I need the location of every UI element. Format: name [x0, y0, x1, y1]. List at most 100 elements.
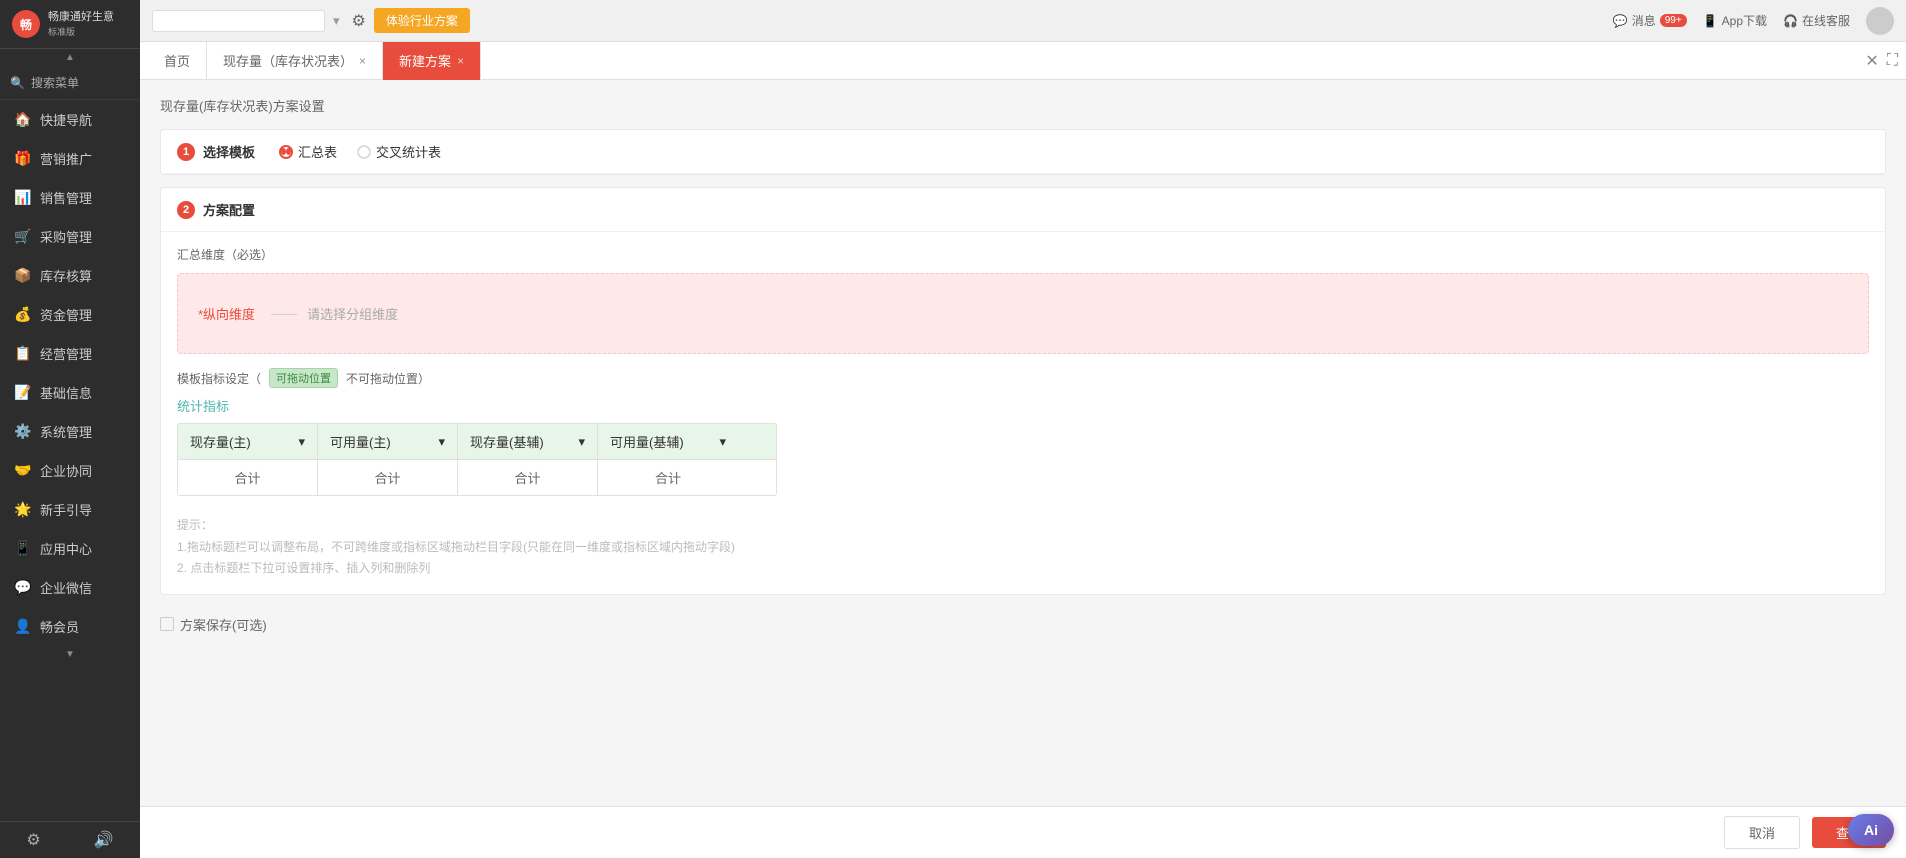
customer-service-item[interactable]: 🎧 在线客服: [1783, 12, 1850, 29]
phone-icon: 📱: [14, 540, 32, 558]
stats-col-2[interactable]: 可用量(主) ▾: [318, 424, 458, 459]
sidebar-item-cooperation[interactable]: 🤝 企业协同: [0, 451, 140, 490]
settings-bottom-icon[interactable]: ⚙: [26, 830, 40, 850]
dimension-placeholder: 请选择分组维度: [307, 304, 398, 323]
home-icon: 🏠: [14, 111, 32, 129]
topbar: ▾ ⚙ 体验行业方案 💬 消息 99+ 📱 App下载 🎧 在线客服: [140, 0, 1906, 42]
sidebar: 畅 畅康通好生意 标准版 ▲ 🔍 搜索菜单 🏠 快捷导航 🎁 营销推广 📊 销售…: [0, 0, 140, 858]
tabbar: 首页 现存量（库存状况表） × 新建方案 × ✕ ⛶: [140, 42, 1906, 80]
stats-col-2-label: 可用量(主): [330, 432, 391, 451]
wechat-icon: 💬: [14, 579, 32, 597]
tip-1: 1.拖动标题栏可以调整布局，不可跨维度或指标区域拖动栏目字段(只能在同一维度或指…: [177, 537, 1869, 559]
sidebar-item-member[interactable]: 👤 畅会员: [0, 607, 140, 646]
tab-home-label: 首页: [164, 51, 190, 70]
customer-service-label: 在线客服: [1802, 12, 1850, 29]
stats-table: 现存量(主) ▾ 可用量(主) ▾ 现存量(基辅) ▾ 可用量(基辅): [177, 423, 777, 496]
app-download-item[interactable]: 📱 App下载: [1703, 12, 1767, 29]
gift-icon: 🎁: [14, 150, 32, 168]
radio-cross[interactable]: 交叉统计表: [357, 142, 441, 161]
stats-cell-1-2: 合计: [318, 460, 458, 495]
sidebar-item-label: 新手引导: [40, 500, 92, 519]
message-icon: 💬: [1613, 14, 1628, 28]
radio-summary-label: 汇总表: [298, 142, 337, 161]
sidebar-bottom: ⚙ 🔊: [0, 821, 140, 858]
sidebar-item-operations[interactable]: 📋 经营管理: [0, 334, 140, 373]
dimension-required: *纵向维度: [198, 304, 255, 323]
message-label: 消息: [1632, 12, 1656, 29]
stats-col-1[interactable]: 现存量(主) ▾: [178, 424, 318, 459]
step1-header: 1 选择模板 汇总表 交叉统计表: [161, 130, 1885, 174]
sidebar-item-label: 营销推广: [40, 149, 92, 168]
tab-home[interactable]: 首页: [148, 42, 207, 80]
step1-card: 1 选择模板 汇总表 交叉统计表: [160, 129, 1886, 175]
topbar-settings-icon[interactable]: ⚙: [352, 11, 366, 31]
close-window-icon[interactable]: ✕: [1865, 51, 1878, 71]
handshake-icon: 🤝: [14, 462, 32, 480]
star-icon: 🌟: [14, 501, 32, 519]
sidebar-item-sales[interactable]: 📊 销售管理: [0, 178, 140, 217]
tab-new-scheme-close[interactable]: ×: [457, 54, 464, 68]
headset-icon: 🎧: [1783, 14, 1798, 28]
tab-new-scheme[interactable]: 新建方案 ×: [383, 42, 481, 80]
app-download-label: App下载: [1722, 12, 1767, 29]
config-section: 汇总维度（必选） *纵向维度 —— 请选择分组维度 模板指标设定（ 可拖动位置 …: [161, 232, 1885, 594]
volume-icon[interactable]: 🔊: [94, 830, 114, 850]
sidebar-scroll-up[interactable]: ▲: [0, 49, 140, 66]
stats-col-4[interactable]: 可用量(基辅) ▾: [598, 424, 738, 459]
stats-col-1-label: 现存量(主): [190, 432, 251, 451]
stats-col-3[interactable]: 现存量(基辅) ▾: [458, 424, 598, 459]
sidebar-item-quick-nav[interactable]: 🏠 快捷导航: [0, 100, 140, 139]
topbar-search-input[interactable]: [152, 10, 325, 32]
cancel-button[interactable]: 取消: [1724, 816, 1800, 849]
sidebar-item-inventory[interactable]: 📦 库存核算: [0, 256, 140, 295]
stats-col-4-label: 可用量(基辅): [610, 432, 684, 451]
sidebar-item-system[interactable]: ⚙️ 系统管理: [0, 412, 140, 451]
save-checkbox[interactable]: [160, 617, 174, 631]
bottom-bar: 取消 查询: [140, 806, 1906, 858]
sidebar-item-label: 销售管理: [40, 188, 92, 207]
app-version: 标准版: [48, 25, 114, 38]
draggable-badge: 可拖动位置: [269, 368, 338, 388]
search-icon: 🔍: [10, 76, 25, 90]
stats-table-header: 现存量(主) ▾ 可用量(主) ▾ 现存量(基辅) ▾ 可用量(基辅): [178, 424, 776, 459]
stats-col-3-dropdown[interactable]: ▾: [578, 434, 585, 450]
sidebar-item-marketing[interactable]: 🎁 营销推广: [0, 139, 140, 178]
stats-section-title: 统计指标: [177, 396, 1869, 415]
step1-title: 选择模板: [203, 142, 255, 161]
save-option: 方案保存(可选): [160, 607, 1886, 642]
sidebar-item-wechat[interactable]: 💬 企业微信: [0, 568, 140, 607]
stats-table-row-1: 合计 合计 合计 合计: [178, 459, 776, 495]
sidebar-item-label: 快捷导航: [40, 110, 92, 129]
sidebar-item-app-center[interactable]: 📱 应用中心: [0, 529, 140, 568]
topbar-dropdown-icon[interactable]: ▾: [333, 13, 340, 29]
sidebar-item-finance[interactable]: 💰 资金管理: [0, 295, 140, 334]
user-avatar[interactable]: [1866, 7, 1894, 35]
sidebar-item-label: 资金管理: [40, 305, 92, 324]
sidebar-item-label: 应用中心: [40, 539, 92, 558]
app-name: 畅康通好生意: [48, 10, 114, 24]
sidebar-item-basic-info[interactable]: 📝 基础信息: [0, 373, 140, 412]
sidebar-item-new-guide[interactable]: 🌟 新手引导: [0, 490, 140, 529]
step2-header: 2 方案配置: [161, 188, 1885, 232]
sidebar-item-purchase[interactable]: 🛒 采购管理: [0, 217, 140, 256]
stats-col-1-dropdown[interactable]: ▾: [298, 434, 305, 450]
sidebar-search[interactable]: 🔍 搜索菜单: [0, 66, 140, 100]
expand-icon[interactable]: ⛶: [1887, 52, 1898, 70]
sidebar-item-label: 经营管理: [40, 344, 92, 363]
sidebar-scroll-down[interactable]: ▼: [0, 646, 140, 663]
message-item[interactable]: 💬 消息 99+: [1613, 12, 1687, 29]
tab-inventory-close[interactable]: ×: [359, 54, 366, 68]
ai-bubble[interactable]: Ai: [1848, 814, 1894, 846]
app-icon: 畅: [12, 10, 40, 38]
stats-col-4-dropdown[interactable]: ▾: [719, 434, 726, 450]
stats-col-2-dropdown[interactable]: ▾: [438, 434, 445, 450]
cart-icon: 🛒: [14, 228, 32, 246]
trial-button[interactable]: 体验行业方案: [374, 8, 470, 33]
dimension-area[interactable]: *纵向维度 —— 请选择分组维度: [177, 273, 1869, 354]
template-options: 汇总表 交叉统计表: [279, 142, 441, 161]
doc-icon: 📝: [14, 384, 32, 402]
radio-summary[interactable]: 汇总表: [279, 142, 337, 161]
summary-dimension-label: 汇总维度（必选）: [177, 246, 1869, 263]
ai-bubble-label: Ai: [1864, 822, 1878, 838]
tab-inventory[interactable]: 现存量（库存状况表） ×: [207, 42, 383, 80]
